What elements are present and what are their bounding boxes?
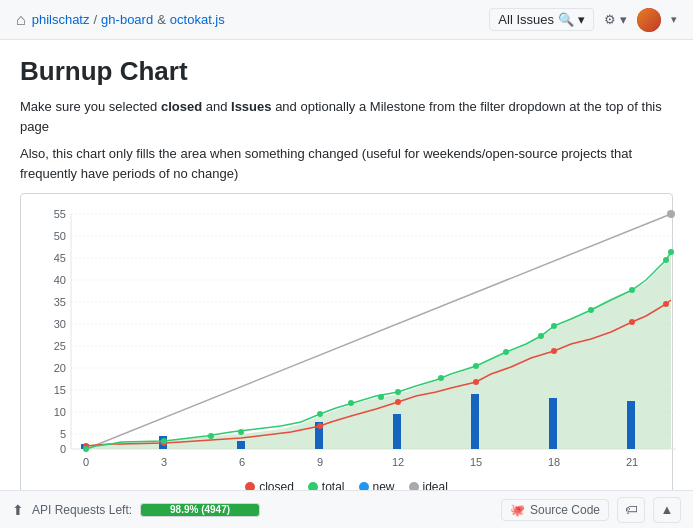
breadcrumb-sep: / bbox=[93, 12, 97, 27]
progress-text: 98.9% (4947) bbox=[170, 504, 230, 515]
bar-new-6 bbox=[549, 398, 557, 449]
bar-new-7 bbox=[627, 401, 635, 449]
svg-point-49 bbox=[438, 375, 444, 381]
svg-text:0: 0 bbox=[83, 456, 89, 468]
svg-text:12: 12 bbox=[392, 456, 404, 468]
burnup-chart: 55 50 45 40 35 30 25 20 15 10 5 0 0 3 6 … bbox=[31, 204, 684, 474]
svg-text:3: 3 bbox=[161, 456, 167, 468]
svg-text:35: 35 bbox=[54, 296, 66, 308]
svg-point-47 bbox=[378, 394, 384, 400]
svg-text:45: 45 bbox=[54, 252, 66, 264]
upload-icon: ⬆ bbox=[12, 502, 24, 518]
avatar[interactable] bbox=[637, 8, 661, 32]
svg-point-50 bbox=[473, 363, 479, 369]
header-left: ⌂ philschatz / gh-board & octokat.js bbox=[16, 11, 489, 29]
description-2: Also, this chart only fills the area whe… bbox=[20, 144, 673, 183]
svg-point-46 bbox=[348, 400, 354, 406]
svg-text:40: 40 bbox=[54, 274, 66, 286]
header-right: All Issues 🔍 ▾ ⚙ ▾ ▾ bbox=[489, 8, 677, 32]
description-1: Make sure you selected closed and Issues… bbox=[20, 97, 673, 136]
chevron-down-icon: ▾ bbox=[578, 12, 585, 27]
svg-point-51 bbox=[503, 349, 509, 355]
api-requests-label: API Requests Left: bbox=[32, 503, 132, 517]
svg-point-57 bbox=[668, 249, 674, 255]
svg-text:0: 0 bbox=[60, 443, 66, 455]
avatar-chevron: ▾ bbox=[671, 13, 677, 26]
gear-icon: ⚙ bbox=[604, 12, 616, 27]
main-content: Burnup Chart Make sure you selected clos… bbox=[0, 40, 693, 519]
svg-point-45 bbox=[317, 411, 323, 417]
chevron-up-button[interactable]: ▲ bbox=[653, 497, 681, 523]
tag-icon: 🏷 bbox=[625, 502, 638, 517]
chevron-up-icon: ▲ bbox=[661, 502, 674, 517]
avatar-image bbox=[637, 8, 661, 32]
breadcrumb-user[interactable]: philschatz bbox=[32, 12, 90, 27]
svg-point-48 bbox=[395, 389, 401, 395]
svg-point-38 bbox=[551, 348, 557, 354]
home-icon[interactable]: ⌂ bbox=[16, 11, 26, 29]
bar-new-4 bbox=[393, 414, 401, 449]
all-issues-label: All Issues bbox=[498, 12, 554, 27]
source-code-button[interactable]: 🐙 Source Code bbox=[501, 499, 609, 521]
source-code-label: Source Code bbox=[530, 503, 600, 517]
svg-text:6: 6 bbox=[239, 456, 245, 468]
breadcrumb-repo2[interactable]: octokat.js bbox=[170, 12, 225, 27]
svg-text:21: 21 bbox=[626, 456, 638, 468]
svg-point-54 bbox=[588, 307, 594, 313]
search-icon: 🔍 bbox=[558, 12, 574, 27]
tag-button[interactable]: 🏷 bbox=[617, 497, 645, 523]
svg-point-42 bbox=[161, 438, 167, 444]
github-icon: 🐙 bbox=[510, 503, 525, 517]
svg-text:10: 10 bbox=[54, 406, 66, 418]
progress-bar-wrapper: 98.9% (4947) bbox=[140, 503, 260, 517]
svg-text:25: 25 bbox=[54, 340, 66, 352]
breadcrumb-amp: & bbox=[157, 12, 166, 27]
svg-point-40 bbox=[663, 301, 669, 307]
footer: ⬆ API Requests Left: 98.9% (4947) 🐙 Sour… bbox=[0, 490, 693, 528]
svg-point-53 bbox=[551, 323, 557, 329]
breadcrumb-repo[interactable]: gh-board bbox=[101, 12, 153, 27]
page-title: Burnup Chart bbox=[20, 56, 673, 87]
chart-container: 55 50 45 40 35 30 25 20 15 10 5 0 0 3 6 … bbox=[20, 193, 673, 503]
svg-text:20: 20 bbox=[54, 362, 66, 374]
desc1-mid: and bbox=[206, 99, 231, 114]
settings-chevron: ▾ bbox=[620, 12, 627, 27]
svg-point-56 bbox=[663, 257, 669, 263]
desc1-issues: Issues bbox=[231, 99, 271, 114]
all-issues-button[interactable]: All Issues 🔍 ▾ bbox=[489, 8, 594, 31]
svg-text:9: 9 bbox=[317, 456, 323, 468]
svg-text:15: 15 bbox=[470, 456, 482, 468]
svg-point-58 bbox=[667, 210, 675, 218]
svg-point-36 bbox=[395, 399, 401, 405]
svg-point-55 bbox=[629, 287, 635, 293]
bar-new-2 bbox=[237, 441, 245, 449]
svg-text:5: 5 bbox=[60, 428, 66, 440]
svg-point-44 bbox=[238, 429, 244, 435]
svg-text:30: 30 bbox=[54, 318, 66, 330]
bar-new-5 bbox=[471, 394, 479, 449]
breadcrumb: philschatz / gh-board & octokat.js bbox=[32, 12, 225, 27]
svg-point-43 bbox=[208, 433, 214, 439]
svg-point-35 bbox=[317, 423, 323, 429]
svg-text:15: 15 bbox=[54, 384, 66, 396]
svg-text:18: 18 bbox=[548, 456, 560, 468]
desc1-pre: Make sure you selected bbox=[20, 99, 161, 114]
svg-text:55: 55 bbox=[54, 208, 66, 220]
total-area bbox=[86, 252, 671, 449]
x-axis: 0 3 6 9 12 15 18 21 bbox=[83, 456, 638, 468]
svg-point-52 bbox=[538, 333, 544, 339]
svg-point-41 bbox=[83, 446, 89, 452]
header: ⌂ philschatz / gh-board & octokat.js All… bbox=[0, 0, 693, 40]
svg-point-39 bbox=[629, 319, 635, 325]
svg-text:50: 50 bbox=[54, 230, 66, 242]
desc1-closed: closed bbox=[161, 99, 202, 114]
settings-button[interactable]: ⚙ ▾ bbox=[604, 12, 627, 27]
svg-point-37 bbox=[473, 379, 479, 385]
